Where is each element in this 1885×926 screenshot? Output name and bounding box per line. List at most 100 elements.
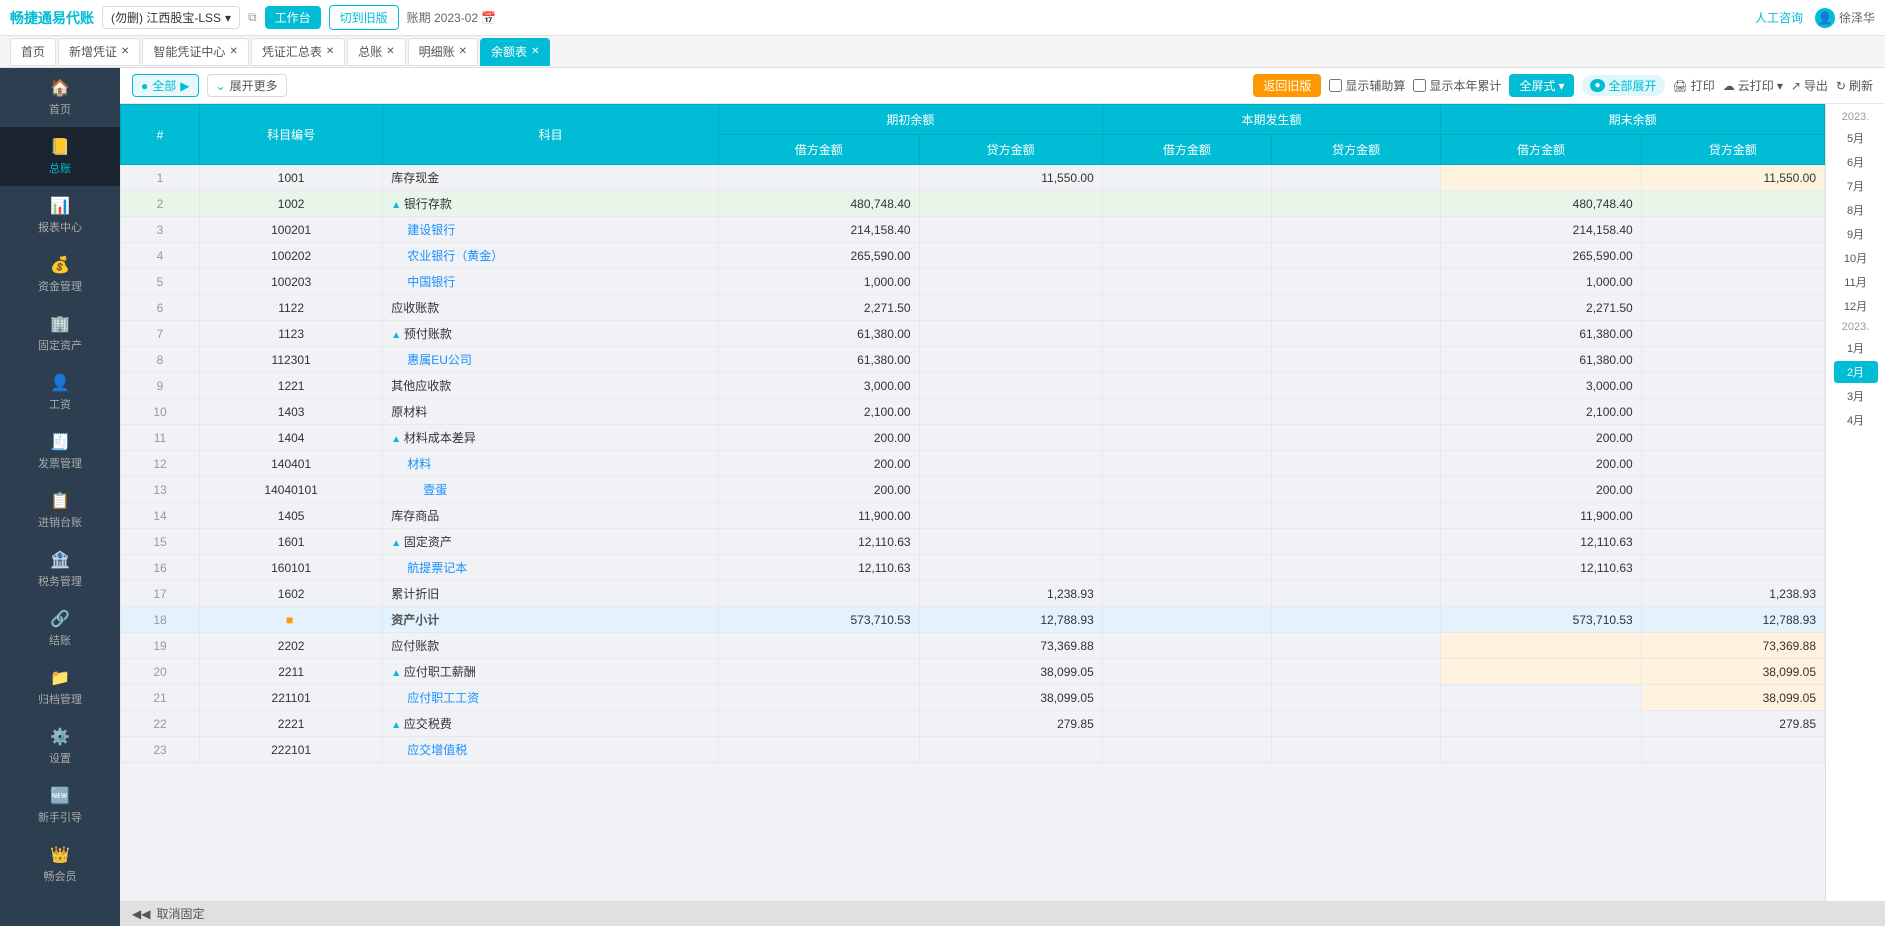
table-row[interactable]: 202211▲ 应付职工薪酬38,099.0538,099.05 — [121, 659, 1825, 685]
cell-name[interactable]: 应交增值税 — [383, 737, 719, 763]
tab-voucher-summary-close[interactable]: ✕ — [326, 46, 334, 57]
month-5[interactable]: 5月 — [1834, 127, 1878, 149]
table-row[interactable]: 21221101应付职工工资38,099.0538,099.05 — [121, 685, 1825, 711]
show-ytd-checkbox[interactable]: 显示本年累计 — [1413, 77, 1501, 94]
sidebar-item-fund[interactable]: 💰 资金管理 — [0, 245, 120, 304]
cell-name[interactable]: 库存现金 — [383, 165, 719, 191]
cell-name[interactable]: 库存商品 — [383, 503, 719, 529]
month-9[interactable]: 9月 — [1834, 223, 1878, 245]
table-row[interactable]: 111404▲ 材料成本差异200.00200.00 — [121, 425, 1825, 451]
table-row[interactable]: 5100203中国银行1,000.001,000.00 — [121, 269, 1825, 295]
expand-button[interactable]: ⌄ 展开更多 — [207, 74, 287, 97]
cell-name[interactable]: ▲ 固定资产 — [383, 529, 719, 555]
month-10[interactable]: 10月 — [1834, 247, 1878, 269]
sidebar-item-tax[interactable]: 🏦 税务管理 — [0, 540, 120, 599]
table-row[interactable]: 3100201建设银行214,158.40214,158.40 — [121, 217, 1825, 243]
sidebar-item-salary[interactable]: 👤 工资 — [0, 363, 120, 422]
cell-name[interactable]: ▲ 预付账款 — [383, 321, 719, 347]
sidebar-item-close[interactable]: 🔗 结账 — [0, 599, 120, 658]
cell-name[interactable]: 累计折旧 — [383, 581, 719, 607]
company-selector[interactable]: (勿删) 江西股宝-LSS ▾ — [102, 6, 240, 29]
switch-old-button[interactable]: 切到旧版 — [329, 5, 399, 30]
cell-name[interactable]: 其他应收款 — [383, 373, 719, 399]
table-row[interactable]: 23222101应交增值税 — [121, 737, 1825, 763]
filter-button[interactable]: ● 全部 ▶ — [132, 74, 199, 97]
month-6[interactable]: 6月 — [1834, 151, 1878, 173]
refresh-button[interactable]: ↻ 刷新 — [1836, 77, 1873, 94]
tab-balance-close[interactable]: ✕ — [531, 46, 539, 57]
ytd-checkbox-input[interactable] — [1413, 79, 1426, 92]
table-row[interactable]: 18■资产小计573,710.5312,788.93573,710.5312,7… — [121, 607, 1825, 633]
cloud-print-button[interactable]: ☁ 云打印 ▾ — [1723, 77, 1783, 94]
cell-name[interactable]: 资产小计 — [383, 607, 719, 633]
table-row[interactable]: 16160101航提票记本12,110.6312,110.63 — [121, 555, 1825, 581]
table-row[interactable]: 8112301惠属EU公司61,380.0061,380.00 — [121, 347, 1825, 373]
month-7[interactable]: 7月 — [1834, 175, 1878, 197]
sidebar-item-report[interactable]: 📊 报表中心 — [0, 186, 120, 245]
tab-ledger-close[interactable]: ✕ — [386, 46, 394, 57]
sidebar-item-ledger[interactable]: 📒 总账 — [0, 127, 120, 186]
table-row[interactable]: 12140401材料200.00200.00 — [121, 451, 1825, 477]
aux-checkbox-input[interactable] — [1329, 79, 1342, 92]
tab-smart-voucher-close[interactable]: ✕ — [229, 46, 237, 57]
cell-name[interactable]: 壹蛋 — [383, 477, 719, 503]
sidebar-item-invoice[interactable]: 🧾 发票管理 — [0, 422, 120, 481]
table-row[interactable]: 11001库存现金11,550.0011,550.00 — [121, 165, 1825, 191]
copy-icon[interactable]: ⧉ — [248, 10, 257, 25]
tab-new-voucher[interactable]: 新增凭证 ✕ — [58, 38, 140, 66]
table-row[interactable]: 21002▲ 银行存款480,748.40480,748.40 — [121, 191, 1825, 217]
table-row[interactable]: 101403原材料2,100.002,100.00 — [121, 399, 1825, 425]
consult-link[interactable]: 人工咨询 — [1755, 9, 1803, 26]
tab-smart-voucher[interactable]: 智能凭证中心 ✕ — [142, 38, 248, 66]
cell-name[interactable]: 原材料 — [383, 399, 719, 425]
table-row[interactable]: 171602累计折旧1,238.931,238.93 — [121, 581, 1825, 607]
cell-name[interactable]: ▲ 应交税费 — [383, 711, 719, 737]
table-row[interactable]: 71123▲ 预付账款61,380.0061,380.00 — [121, 321, 1825, 347]
return-old-button[interactable]: 返回旧版 — [1253, 74, 1321, 97]
tab-ledger[interactable]: 总账 ✕ — [347, 38, 405, 66]
sidebar-item-member[interactable]: 👑 畅会员 — [0, 835, 120, 894]
month-3[interactable]: 3月 — [1834, 385, 1878, 407]
cell-name[interactable]: 惠属EU公司 — [383, 347, 719, 373]
cell-name[interactable]: 应付职工工资 — [383, 685, 719, 711]
sidebar-item-asset[interactable]: 🏢 固定资产 — [0, 304, 120, 363]
workbench-button[interactable]: 工作台 — [265, 6, 321, 29]
tab-balance[interactable]: 余额表 ✕ — [480, 38, 550, 66]
month-1[interactable]: 1月 — [1834, 337, 1878, 359]
full-mode-button[interactable]: 全屏式 ▾ — [1509, 74, 1574, 97]
month-11[interactable]: 11月 — [1834, 271, 1878, 293]
month-2[interactable]: 2月 — [1834, 361, 1878, 383]
month-8[interactable]: 8月 — [1834, 199, 1878, 221]
table-row[interactable]: 4100202农业银行（黄金）265,590.00265,590.00 — [121, 243, 1825, 269]
bottom-bar[interactable]: ◀◀ 取消固定 — [120, 901, 1885, 926]
cell-name[interactable]: ▲ 材料成本差异 — [383, 425, 719, 451]
tab-detail-ledger-close[interactable]: ✕ — [459, 46, 467, 57]
tab-home[interactable]: 首页 — [10, 38, 56, 66]
print-button[interactable]: 🖨 打印 — [1673, 77, 1715, 94]
sidebar-item-archive[interactable]: 📁 归档管理 — [0, 658, 120, 717]
tab-voucher-summary[interactable]: 凭证汇总表 ✕ — [251, 38, 345, 66]
table-row[interactable]: 141405库存商品11,900.0011,900.00 — [121, 503, 1825, 529]
cell-name[interactable]: 航提票记本 — [383, 555, 719, 581]
tab-detail-ledger[interactable]: 明细账 ✕ — [408, 38, 478, 66]
tab-new-voucher-close[interactable]: ✕ — [121, 46, 129, 57]
month-4[interactable]: 4月 — [1834, 409, 1878, 431]
sidebar-item-purchase[interactable]: 📋 进销台账 — [0, 481, 120, 540]
cell-name[interactable]: 材料 — [383, 451, 719, 477]
table-row[interactable]: 61122应收账款2,271.502,271.50 — [121, 295, 1825, 321]
sidebar-item-home[interactable]: 🏠 首页 — [0, 68, 120, 127]
table-row[interactable]: 1314040101壹蛋200.00200.00 — [121, 477, 1825, 503]
cell-name[interactable]: ▲ 银行存款 — [383, 191, 719, 217]
table-row[interactable]: 151601▲ 固定资产12,110.6312,110.63 — [121, 529, 1825, 555]
table-row[interactable]: 192202应付账款73,369.8873,369.88 — [121, 633, 1825, 659]
show-aux-checkbox[interactable]: 显示辅助算 — [1329, 77, 1405, 94]
cell-name[interactable]: ▲ 应付职工薪酬 — [383, 659, 719, 685]
sidebar-item-settings[interactable]: ⚙️ 设置 — [0, 717, 120, 776]
month-12[interactable]: 12月 — [1834, 295, 1878, 317]
cell-name[interactable]: 应收账款 — [383, 295, 719, 321]
export-button[interactable]: ↗ 导出 — [1791, 77, 1828, 94]
sidebar-item-guide[interactable]: 🆕 新手引导 — [0, 776, 120, 835]
cell-name[interactable]: 中国银行 — [383, 269, 719, 295]
cell-name[interactable]: 建设银行 — [383, 217, 719, 243]
table-row[interactable]: 222221▲ 应交税费279.85279.85 — [121, 711, 1825, 737]
